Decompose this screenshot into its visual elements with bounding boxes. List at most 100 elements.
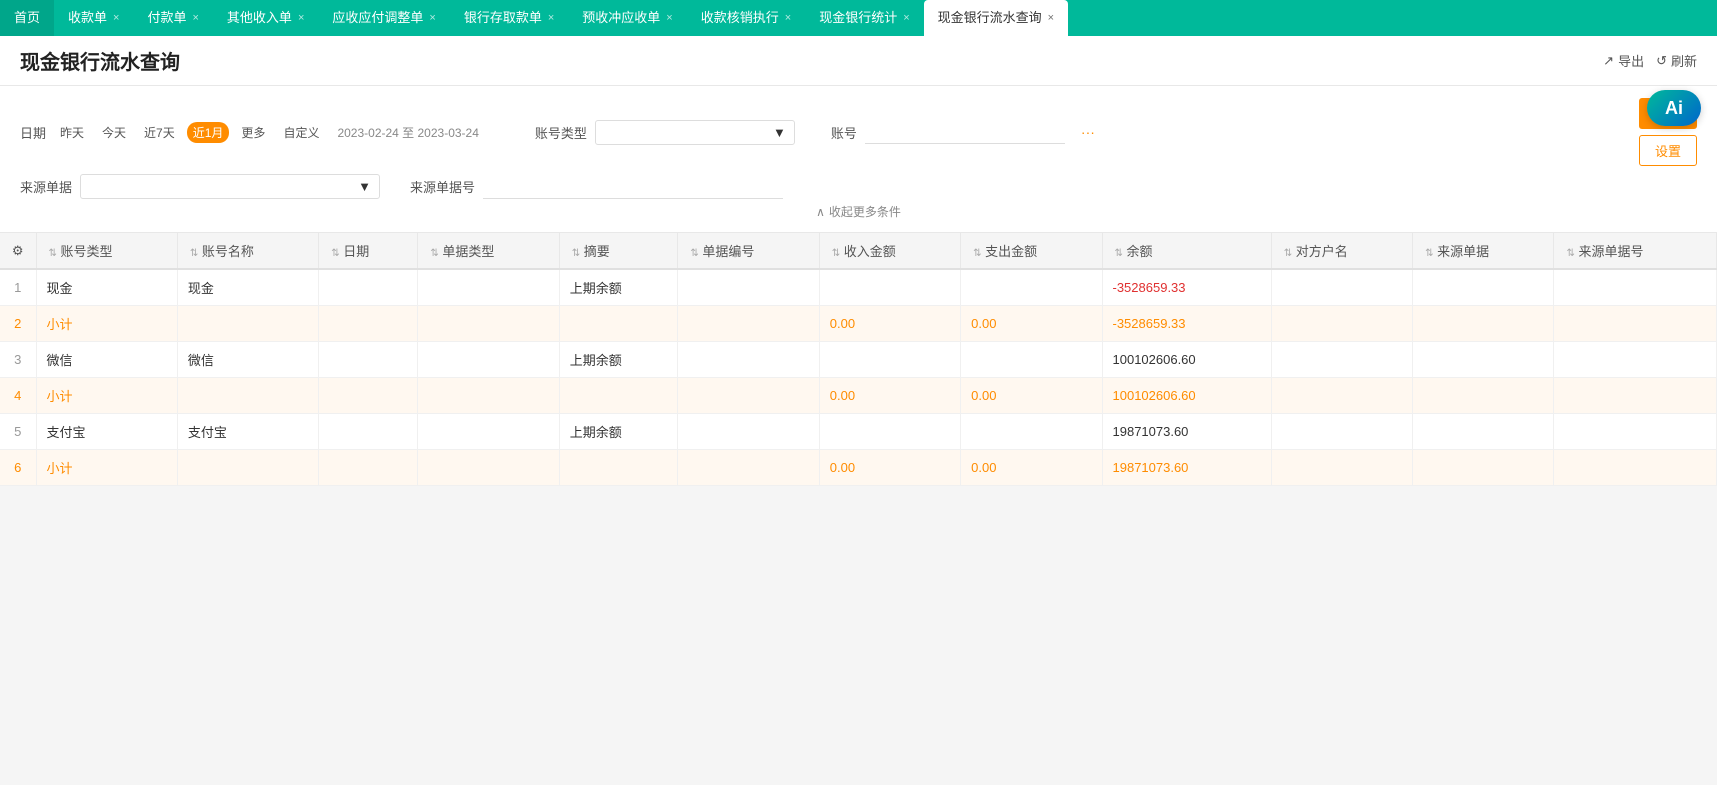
date-shortcuts: 昨天 今天 近7天 近1月 更多 自定义 [54,122,325,143]
cell-date [319,306,418,342]
sort-icon: ⇅ [190,248,198,259]
cell-summary [559,306,678,342]
close-icon[interactable]: × [666,0,672,36]
close-icon[interactable]: × [548,0,554,36]
date-btn-yesterday[interactable]: 昨天 [54,122,90,143]
cell-account-name: 支付宝 [177,414,318,450]
cell-summary: 上期余额 [559,342,678,378]
page-title: 现金银行流水查询 [20,46,180,75]
cell-counterparty [1271,450,1412,486]
nav-adjustment[interactable]: 应收应付调整单 × [318,0,449,36]
table-row: 2小计0.000.00-3528659.33 [0,306,1717,342]
cell-summary [559,378,678,414]
filter-area: 日期 昨天 今天 近7天 近1月 更多 自定义 2023-02-24 至 202… [0,86,1717,233]
date-btn-1month[interactable]: 近1月 [187,122,230,143]
nav-payment[interactable]: 付款单 × [133,0,212,36]
cell-account-name [177,450,318,486]
col-income[interactable]: ⇅ 收入金额 [819,233,960,269]
nav-prepaid-offset[interactable]: 预收冲应收单 × [568,0,686,36]
close-icon[interactable]: × [785,0,791,36]
source-doc-select[interactable]: ▼ [80,174,380,199]
cell-balance: 100102606.60 [1102,378,1271,414]
date-btn-7days[interactable]: 近7天 [138,122,181,143]
close-icon[interactable]: × [429,0,435,36]
sort-icon: ⇅ [331,248,339,259]
cell-balance: 19871073.60 [1102,414,1271,450]
cell-doc-type [418,378,559,414]
col-settings[interactable]: ⚙ [0,233,36,269]
nav-other-income[interactable]: 其他收入单 × [213,0,318,36]
cell-account-name [177,378,318,414]
cell-date [319,378,418,414]
col-doc-type[interactable]: ⇅ 单据类型 [418,233,559,269]
cell-account-type: 微信 [36,342,177,378]
table-row: 6小计0.000.0019871073.60 [0,450,1717,486]
cell-income: 0.00 [819,378,960,414]
col-balance[interactable]: ⇅ 余额 [1102,233,1271,269]
table-header-row: ⚙ ⇅ 账号类型 ⇅ 账号名称 ⇅ 日期 ⇅ 单据类型 [0,233,1717,269]
col-counterparty[interactable]: ⇅ 对方户名 [1271,233,1412,269]
account-type-select[interactable]: ▼ [595,120,795,145]
row-number: 4 [0,378,36,414]
source-doc-label: 来源单据 [20,177,72,196]
col-account-type[interactable]: ⇅ 账号类型 [36,233,177,269]
col-date[interactable]: ⇅ 日期 [319,233,418,269]
refresh-button[interactable]: ↺ 刷新 [1656,51,1697,70]
date-filter-group: 日期 昨天 今天 近7天 近1月 更多 自定义 2023-02-24 至 202… [20,122,479,143]
cell-counterparty [1271,306,1412,342]
sort-icon: ⇅ [1115,248,1123,259]
account-input[interactable] [865,120,1065,144]
col-expense[interactable]: ⇅ 支出金额 [961,233,1102,269]
export-icon: ↗ [1603,53,1614,69]
nav-cash-flow[interactable]: 现金银行流水查询 × [924,0,1068,36]
ellipsis-icon[interactable]: ··· [1081,124,1095,140]
settings-button[interactable]: 设置 [1639,135,1697,166]
cell-expense: 0.00 [961,378,1102,414]
close-icon[interactable]: × [113,0,119,36]
sort-icon: ⇅ [1284,248,1292,259]
header-actions: ↗ 导出 ↺ 刷新 [1603,51,1697,70]
page-header: 现金银行流水查询 ↗ 导出 ↺ 刷新 [0,36,1717,86]
cell-doc-type [418,342,559,378]
close-icon[interactable]: × [298,0,304,36]
cell-account-name: 微信 [177,342,318,378]
close-icon[interactable]: × [192,0,198,36]
cell-account-type: 小计 [36,306,177,342]
close-icon[interactable]: × [1048,0,1054,36]
nav-collection-exec[interactable]: 收款核销执行 × [687,0,805,36]
source-doc-num-input[interactable] [483,175,783,199]
collapse-button[interactable]: ∧ 收起更多条件 [816,203,901,220]
cell-expense [961,269,1102,306]
cell-source-doc [1413,269,1554,306]
table-row: 3微信微信上期余额100102606.60 [0,342,1717,378]
cell-income: 0.00 [819,306,960,342]
col-source-doc[interactable]: ⇅ 来源单据 [1413,233,1554,269]
filter-row-2: 来源单据 ▼ 来源单据号 [20,174,1697,199]
nav-receipt[interactable]: 收款单 × [54,0,133,36]
export-button[interactable]: ↗ 导出 [1603,51,1644,70]
table-container: ⚙ ⇅ 账号类型 ⇅ 账号名称 ⇅ 日期 ⇅ 单据类型 [0,233,1717,486]
row-number: 5 [0,414,36,450]
ai-badge[interactable]: Ai [1647,90,1701,126]
gear-icon[interactable]: ⚙ [12,243,24,258]
cell-source-doc-no [1554,414,1717,450]
col-account-name[interactable]: ⇅ 账号名称 [177,233,318,269]
cell-balance: 100102606.60 [1102,342,1271,378]
cell-balance: -3528659.33 [1102,306,1271,342]
cell-balance: -3528659.33 [1102,269,1271,306]
nav-home[interactable]: 首页 [0,0,54,36]
nav-cash-stats[interactable]: 现金银行统计 × [805,0,923,36]
refresh-icon: ↺ [1656,53,1667,69]
cell-doc-type [418,269,559,306]
sort-icon: ⇅ [1566,248,1574,259]
cell-date [319,450,418,486]
col-doc-no[interactable]: ⇅ 单据编号 [678,233,819,269]
nav-bank-deposit[interactable]: 银行存取款单 × [450,0,568,36]
col-summary[interactable]: ⇅ 摘要 [559,233,678,269]
col-source-doc-no[interactable]: ⇅ 来源单据号 [1554,233,1717,269]
date-btn-more[interactable]: 更多 [235,122,271,143]
close-icon[interactable]: × [903,0,909,36]
date-btn-today[interactable]: 今天 [96,122,132,143]
date-btn-custom[interactable]: 自定义 [277,122,325,143]
cell-account-type: 小计 [36,378,177,414]
